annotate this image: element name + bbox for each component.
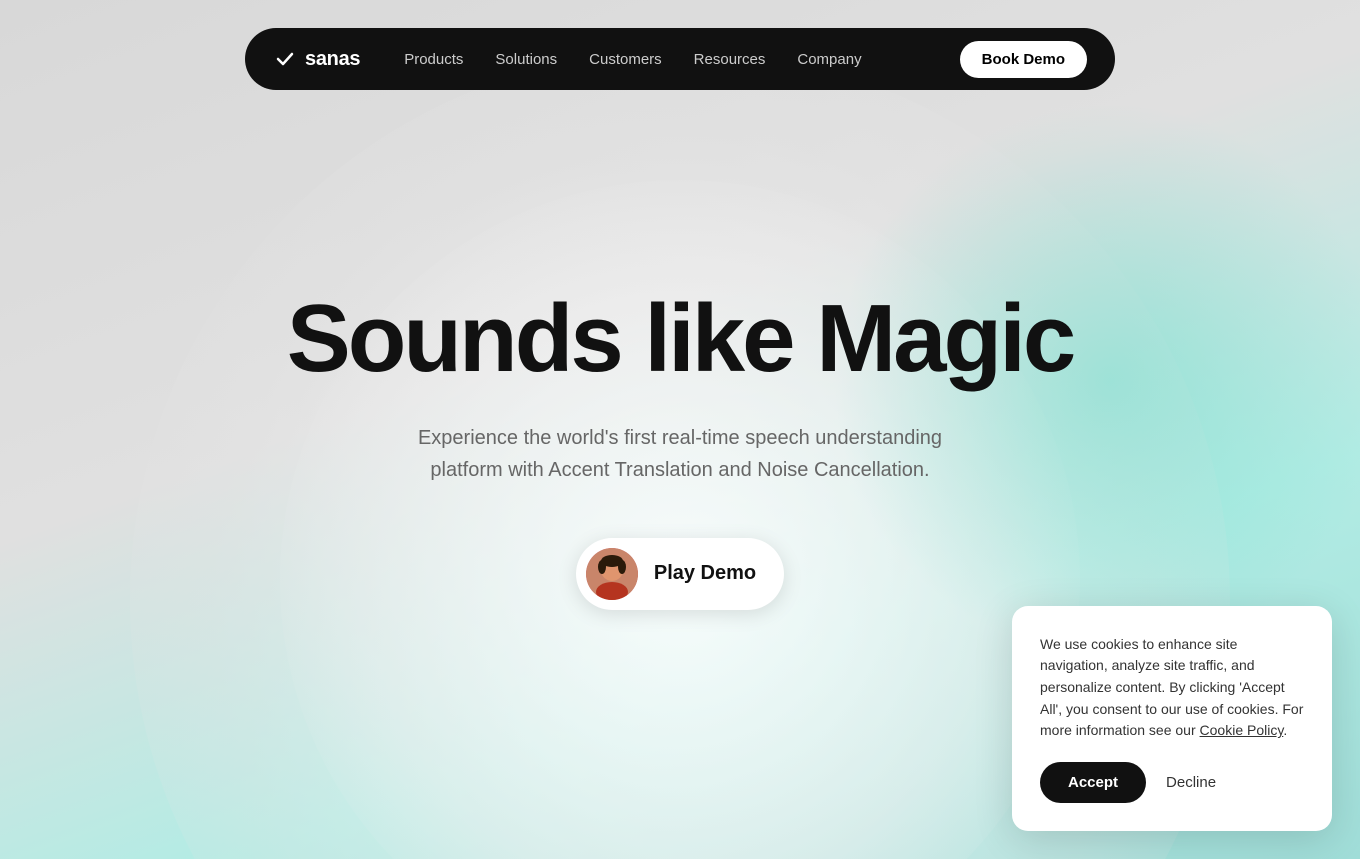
play-demo-button[interactable]: Play Demo	[576, 538, 784, 610]
play-demo-label: Play Demo	[654, 562, 756, 585]
cookie-decline-button[interactable]: Decline	[1158, 762, 1224, 803]
nav-link-company[interactable]: Company	[785, 45, 873, 74]
nav-link-resources[interactable]: Resources	[682, 45, 778, 74]
cookie-accept-button[interactable]: Accept	[1040, 762, 1146, 803]
logo-text: sanas	[305, 48, 360, 71]
hero-subtitle-line1: Experience the world's first real-time s…	[418, 427, 942, 449]
book-demo-button[interactable]: Book Demo	[960, 41, 1087, 78]
nav-link-customers[interactable]: Customers	[577, 45, 674, 74]
play-demo-avatar	[586, 548, 638, 600]
hero-subtitle-line2: platform with Accent Translation and Noi…	[430, 459, 929, 481]
nav-links: Products Solutions Customers Resources C…	[392, 45, 873, 74]
cookie-text: We use cookies to enhance site navigatio…	[1040, 634, 1304, 742]
cookie-policy-link[interactable]: Cookie Policy	[1200, 722, 1284, 738]
hero-subtitle: Experience the world's first real-time s…	[418, 422, 942, 486]
logo[interactable]: sanas	[273, 47, 360, 71]
nav-link-solutions[interactable]: Solutions	[483, 45, 569, 74]
cookie-banner: We use cookies to enhance site navigatio…	[1012, 606, 1332, 831]
navbar-left: sanas Products Solutions Customers Resou…	[273, 45, 874, 74]
navbar: sanas Products Solutions Customers Resou…	[245, 28, 1115, 90]
nav-link-products[interactable]: Products	[392, 45, 475, 74]
cookie-period: .	[1283, 722, 1287, 738]
hero-title: Sounds like Magic	[287, 289, 1074, 390]
sanas-logo-icon	[273, 47, 297, 71]
cookie-buttons: Accept Decline	[1040, 762, 1304, 803]
